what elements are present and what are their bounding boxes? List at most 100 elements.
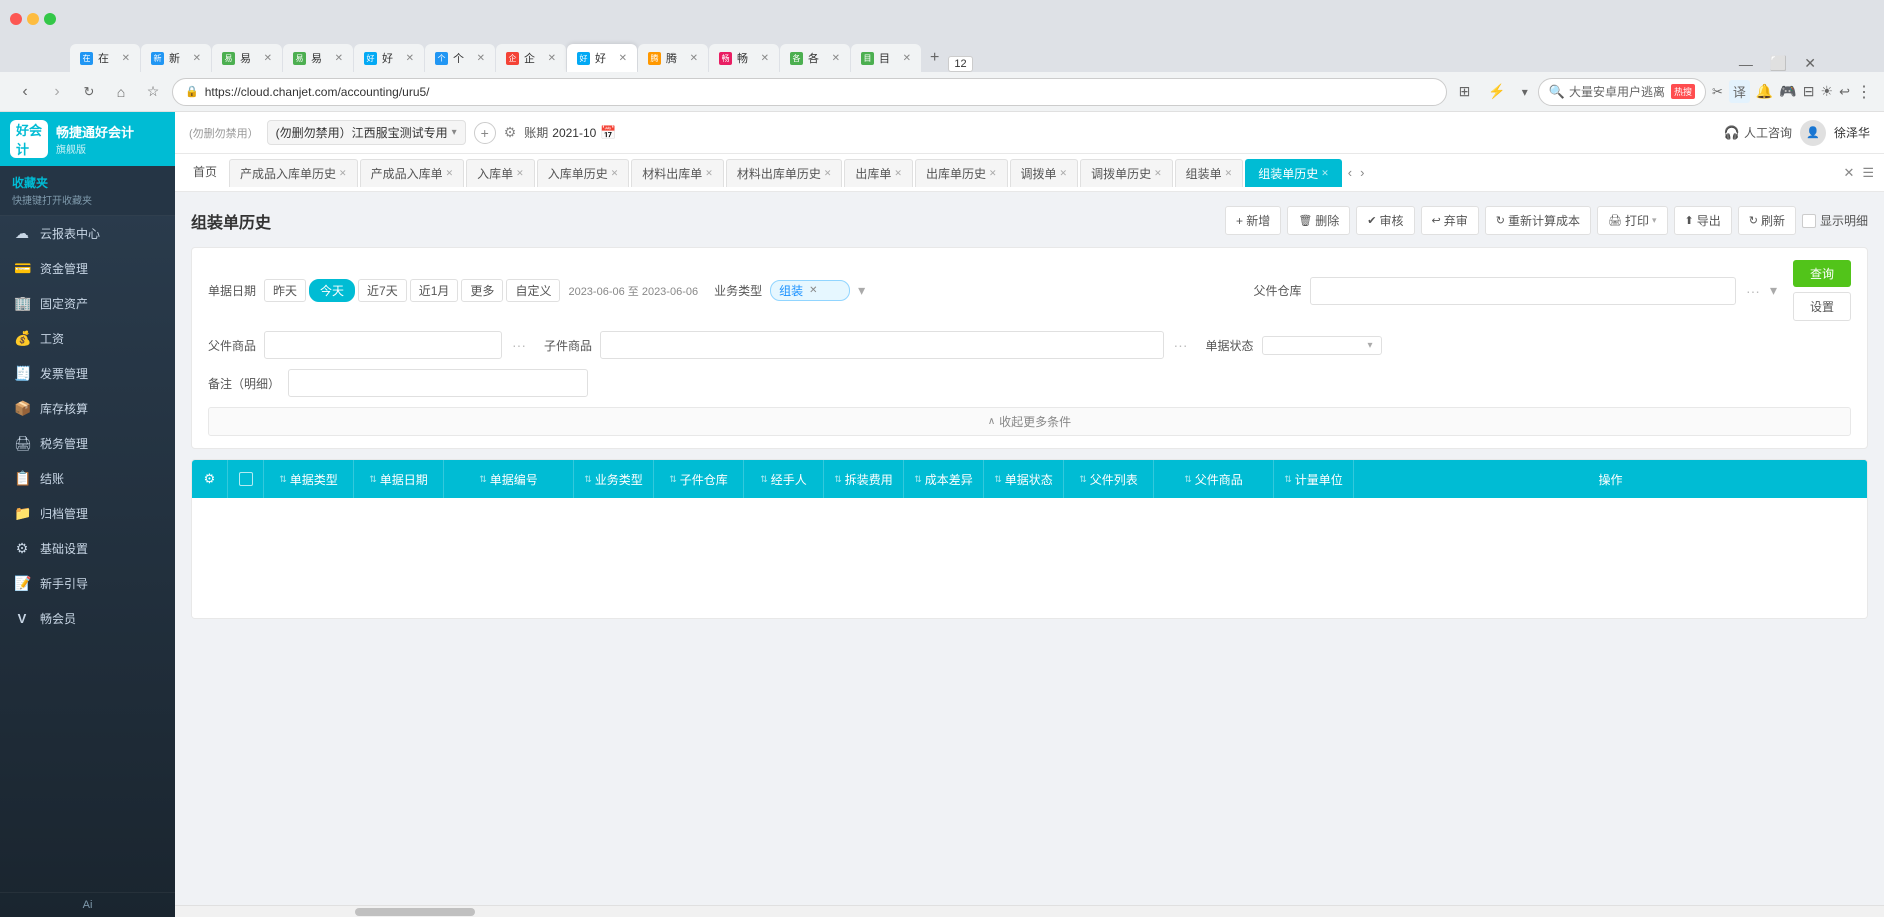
parent-goods-dots[interactable]: ··· — [510, 337, 528, 353]
export-btn[interactable]: ⬆ 导出 — [1674, 206, 1732, 235]
th-unit[interactable]: ⇅ 计量单位 — [1274, 460, 1354, 498]
th-checkbox-input[interactable] — [239, 472, 253, 486]
th-cost-diff[interactable]: ⇅ 成本差异 — [904, 460, 984, 498]
tab-transfer-history[interactable]: 调拨单历史 ✕ — [1080, 159, 1173, 187]
tab-close-icon[interactable]: ✕ — [339, 168, 347, 179]
th-type[interactable]: ⇅ 单据类型 — [264, 460, 354, 498]
browser-tab-close-icon[interactable]: ✕ — [193, 53, 201, 64]
browser-tab-close-icon[interactable]: ✕ — [406, 53, 414, 64]
recalculate-btn[interactable]: ↻ 重新计算成本 — [1485, 206, 1591, 235]
sidebar-item-tax[interactable]: 🖨 税务管理 — [0, 426, 175, 461]
th-parent-goods[interactable]: ⇅ 父件商品 — [1154, 460, 1274, 498]
browser-tab[interactable]: 各 各 ✕ — [780, 44, 850, 72]
browser-tab-close-icon[interactable]: ✕ — [122, 53, 130, 64]
refresh-btn[interactable]: ↻ 刷新 — [1738, 206, 1796, 235]
tab-home[interactable]: 首页 — [181, 158, 229, 187]
th-child-wh[interactable]: ⇅ 子件仓库 — [654, 460, 744, 498]
biz-type-tag-input[interactable]: 组装 ✕ — [770, 280, 850, 301]
tab-material-out-history[interactable]: 材料出库单历史 ✕ — [726, 159, 843, 187]
tab-close-icon[interactable]: ✕ — [611, 168, 619, 179]
tab-produce-in[interactable]: 产成品入库单 ✕ — [360, 159, 465, 187]
tab-close-icon[interactable]: ✕ — [446, 168, 454, 179]
brightness-tool[interactable]: ☀ — [1821, 83, 1834, 100]
bill-status-select[interactable]: ▾ — [1262, 336, 1382, 355]
biz-type-dropdown-btn[interactable]: ▾ — [858, 282, 865, 299]
tab-next-btn[interactable]: › — [1356, 165, 1368, 180]
delete-btn[interactable]: 🗑 删除 — [1287, 206, 1350, 235]
browser-tab[interactable]: 腾 腾 ✕ — [638, 44, 708, 72]
th-settings[interactable]: ⚙ — [192, 460, 228, 498]
audit-btn[interactable]: ✔ 审核 — [1356, 206, 1414, 235]
tab-close-icon[interactable]: ✕ — [989, 168, 997, 179]
parent-warehouse-input[interactable] — [1310, 277, 1736, 305]
parent-goods-input[interactable] — [264, 331, 502, 359]
tab-stock-out-history[interactable]: 出库单历史 ✕ — [915, 159, 1008, 187]
tab-stock-in-history[interactable]: 入库单历史 ✕ — [537, 159, 630, 187]
url-bar[interactable]: 🔒 https://cloud.chanjet.com/accounting/u… — [172, 78, 1447, 106]
tab-stock-out[interactable]: 出库单 ✕ — [844, 159, 913, 187]
display-detail-check[interactable]: 显示明细 — [1802, 212, 1868, 229]
sidebar-item-archive[interactable]: 📁 归档管理 — [0, 496, 175, 531]
tab-close-icon[interactable]: ✕ — [1154, 168, 1162, 179]
user-info[interactable]: 徐泽华 — [1834, 124, 1870, 141]
lightning-btn[interactable]: ⚡ — [1482, 83, 1511, 100]
tab-close-icon[interactable]: ✕ — [1321, 168, 1329, 179]
browser-tab-close-icon[interactable]: ✕ — [690, 53, 698, 64]
print-btn[interactable]: 🖨 打印 ▾ — [1597, 206, 1668, 235]
collapse-bar[interactable]: ∧ 收起更多条件 — [208, 407, 1851, 436]
child-goods-dots[interactable]: ··· — [1172, 337, 1190, 353]
tab-close-icon[interactable]: ✕ — [705, 168, 713, 179]
emoji-tool[interactable]: 🔔 — [1756, 83, 1773, 100]
parent-warehouse-dots[interactable]: ··· — [1744, 283, 1762, 299]
grid-view-btn[interactable]: ⊞ — [1453, 83, 1477, 100]
sidebar-item-settings[interactable]: ⚙ 基础设置 — [0, 531, 175, 566]
query-settings-btn[interactable]: 设置 — [1793, 292, 1851, 321]
sidebar-ai-area[interactable]: Ai — [0, 892, 175, 917]
sidebar-item-member[interactable]: V 畅会员 — [0, 601, 175, 636]
scissors-tool[interactable]: ✂ — [1712, 84, 1723, 100]
tab-close-icon[interactable]: ✕ — [824, 168, 832, 179]
today-btn[interactable]: 今天 — [309, 279, 355, 302]
customer-service-btn[interactable]: 🎧 人工咨询 — [1724, 124, 1792, 141]
maximize-window-btn[interactable] — [44, 13, 56, 25]
sidebar-item-inventory[interactable]: 📦 库存核算 — [0, 391, 175, 426]
browser-tab-active[interactable]: 好 好 ✕ — [567, 44, 637, 72]
sidebar-item-fund[interactable]: 💳 资金管理 — [0, 251, 175, 286]
th-status[interactable]: ⇅ 单据状态 — [984, 460, 1064, 498]
sidebar-item-fixed-assets[interactable]: 🏢 固定资产 — [0, 286, 175, 321]
sidebar-item-invoice[interactable]: 🧾 发票管理 — [0, 356, 175, 391]
scrollbar-thumb[interactable] — [355, 908, 475, 916]
th-parent-list[interactable]: ⇅ 父件列表 — [1064, 460, 1154, 498]
last7days-btn[interactable]: 近7天 — [358, 279, 407, 302]
tab-close-icon[interactable]: ✕ — [1225, 168, 1233, 179]
new-btn[interactable]: + 新增 — [1225, 206, 1281, 235]
tab-material-out[interactable]: 材料出库单 ✕ — [631, 159, 724, 187]
nav-forward-btn[interactable]: › — [44, 79, 70, 105]
close-btn[interactable]: ✕ — [1796, 55, 1824, 72]
browser-tab-close-icon[interactable]: ✕ — [264, 53, 272, 64]
new-tab-btn[interactable]: + — [922, 44, 947, 72]
tab-menu-btn[interactable]: ☰ — [1858, 165, 1878, 181]
browser-tab-close-icon[interactable]: ✕ — [903, 53, 911, 64]
settings-gear-btn[interactable]: ⚙ — [504, 124, 517, 141]
browser-tab[interactable]: 目 目 ✕ — [851, 44, 921, 72]
tab-produce-in-history[interactable]: 产成品入库单历史 ✕ — [229, 159, 358, 187]
translate-tool[interactable]: 译 — [1729, 80, 1750, 103]
more-tool[interactable]: ⋮ — [1856, 82, 1872, 102]
minimize-btn[interactable]: — — [1731, 56, 1761, 72]
browser-tab[interactable]: 畅 畅 ✕ — [709, 44, 779, 72]
th-biz[interactable]: ⇅ 业务类型 — [574, 460, 654, 498]
browser-tab-close-icon[interactable]: ✕ — [619, 53, 627, 64]
th-date[interactable]: ⇅ 单据日期 — [354, 460, 444, 498]
restore-btn[interactable]: ⬜ — [1762, 55, 1795, 72]
tab-prev-btn[interactable]: ‹ — [1344, 165, 1356, 180]
th-handler[interactable]: ⇅ 经手人 — [744, 460, 824, 498]
tab-close-icon[interactable]: ✕ — [1060, 168, 1068, 179]
undo-tool[interactable]: ↩ — [1839, 84, 1850, 100]
browser-tab-close-icon[interactable]: ✕ — [335, 53, 343, 64]
custom-btn[interactable]: 自定义 — [506, 279, 560, 302]
tab-transfer[interactable]: 调拨单 ✕ — [1010, 159, 1079, 187]
period-selector[interactable]: 账期 2021-10 📅 — [524, 124, 616, 141]
browser-tab[interactable]: 企 企 ✕ — [496, 44, 566, 72]
tab-close-icon[interactable]: ✕ — [516, 168, 524, 179]
